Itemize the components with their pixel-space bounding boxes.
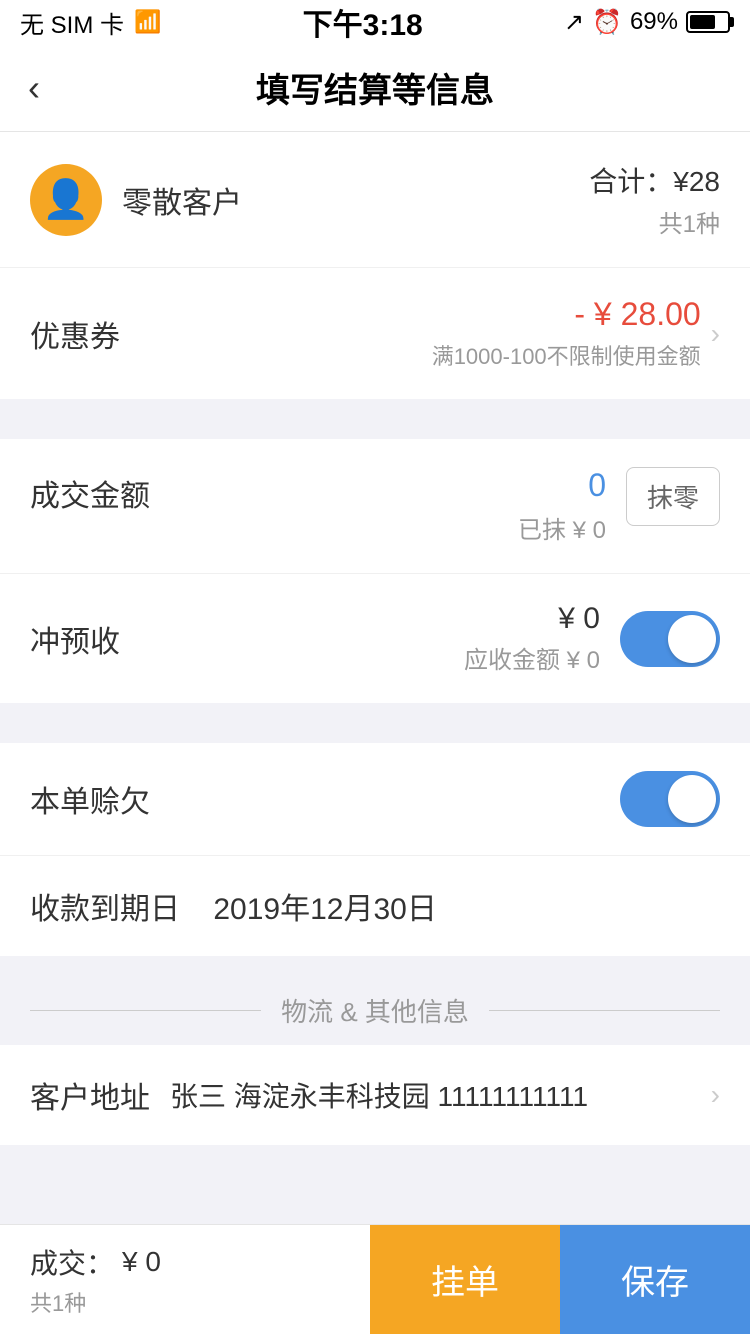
address-value: 张三 海淀永丰科技园 11111111111	[170, 1075, 711, 1115]
total-amount: 合计：¥28	[589, 160, 720, 200]
bottom-summary: 成交： ¥ 0 共1种	[0, 1242, 370, 1318]
debt-section: 本单赊欠 收款到期日 2019年12月30日	[0, 743, 750, 956]
logistics-line-right	[489, 1010, 720, 1011]
debt-toggle-knob	[668, 775, 716, 823]
precollect-toggle[interactable]	[620, 611, 720, 667]
debt-toggle[interactable]	[620, 771, 720, 827]
battery-fill	[690, 15, 715, 29]
wifi-icon: 📶	[134, 9, 161, 35]
transaction-amount[interactable]: 0	[518, 467, 606, 504]
customer-name: 零散客户	[122, 178, 242, 222]
bottom-deal-row: 成交： ¥ 0	[30, 1242, 340, 1282]
coupon-chevron-icon: ›	[711, 318, 720, 350]
toggle-knob	[668, 615, 716, 663]
logistics-line-left	[30, 1010, 261, 1011]
address-label: 客户地址	[30, 1073, 150, 1117]
debt-label: 本单赊欠	[30, 777, 150, 821]
transaction-label: 成交金额	[30, 467, 150, 515]
page-title: 填写结算等信息	[256, 63, 494, 112]
transaction-section: 成交金额 0 已抹 ¥ 0 抹零 冲预收 ¥ 0 应收金额 ¥ 0	[0, 439, 750, 703]
avatar: 👤	[30, 164, 102, 236]
bottom-bar: 成交： ¥ 0 共1种 挂单 保存	[0, 1224, 750, 1334]
logistics-header-line: 物流 & 其他信息	[30, 992, 720, 1029]
precollect-amounts: ¥ 0 应收金额 ¥ 0	[464, 602, 600, 675]
precollect-right: ¥ 0 应收金额 ¥ 0	[464, 602, 720, 675]
hold-button[interactable]: 挂单	[370, 1225, 560, 1334]
precollect-label: 冲预收	[30, 617, 120, 661]
coupon-desc: 满1000-100不限制使用金额	[432, 339, 701, 371]
transaction-sub: 已抹 ¥ 0	[518, 510, 606, 545]
divider-2	[0, 723, 750, 743]
due-date-value: 2019年12月30日	[213, 893, 436, 926]
debt-row: 本单赊欠	[0, 743, 750, 855]
precollect-main-amount: ¥ 0	[464, 602, 600, 636]
coupon-value: - ¥ 28.00	[432, 296, 701, 333]
total-count: 共1种	[589, 204, 720, 239]
logistics-section-header: 物流 & 其他信息	[0, 976, 750, 1045]
status-time: 下午3:18	[303, 0, 423, 44]
bottom-deal-amount: ¥ 0	[122, 1246, 161, 1278]
nav-bar: ‹ 填写结算等信息	[0, 44, 750, 132]
round-button[interactable]: 抹零	[626, 467, 720, 526]
bottom-deal-label: 成交：	[30, 1242, 114, 1282]
logistics-title: 物流 & 其他信息	[281, 992, 469, 1029]
coupon-label: 优惠券	[30, 312, 120, 356]
back-button[interactable]: ‹	[28, 67, 40, 109]
precollect-row: 冲预收 ¥ 0 应收金额 ¥ 0	[0, 573, 750, 703]
alarm-icon: ⏰	[592, 8, 622, 37]
battery-label: 69%	[630, 8, 678, 36]
transaction-right: 0 已抹 ¥ 0 抹零	[518, 467, 720, 545]
save-button[interactable]: 保存	[560, 1225, 750, 1334]
transaction-row: 成交金额 0 已抹 ¥ 0 抹零	[0, 439, 750, 573]
bottom-count: 共1种	[30, 1286, 340, 1318]
location-icon: ↗	[564, 8, 584, 37]
content: 👤 零散客户 合计：¥28 共1种 优惠券 - ¥ 28.00 满1000-10…	[0, 132, 750, 1285]
address-section: 客户地址 张三 海淀永丰科技园 11111111111 ›	[0, 1045, 750, 1145]
customer-left: 👤 零散客户	[30, 164, 242, 236]
customer-section: 👤 零散客户 合计：¥28 共1种 优惠券 - ¥ 28.00 满1000-10…	[0, 132, 750, 399]
avatar-icon: 👤	[42, 178, 89, 222]
coupon-right: - ¥ 28.00 满1000-100不限制使用金额	[432, 296, 701, 371]
due-date-row: 收款到期日 2019年12月30日	[0, 855, 750, 956]
status-bar: 无 SIM 卡 📶 下午3:18 ↗ ⏰ 69%	[0, 0, 750, 44]
divider-1	[0, 419, 750, 439]
customer-row: 👤 零散客户 合计：¥28 共1种	[0, 132, 750, 267]
address-row[interactable]: 客户地址 张三 海淀永丰科技园 11111111111 ›	[0, 1045, 750, 1145]
battery-icon	[686, 11, 730, 33]
due-date-label: 收款到期日 2019年12月30日	[30, 893, 437, 926]
status-right: ↗ ⏰ 69%	[564, 8, 730, 37]
precollect-sub-amount: 应收金额 ¥ 0	[464, 640, 600, 675]
address-chevron-icon: ›	[711, 1079, 720, 1111]
status-left: 无 SIM 卡 📶	[20, 5, 161, 40]
coupon-row[interactable]: 优惠券 - ¥ 28.00 满1000-100不限制使用金额 ›	[0, 267, 750, 399]
customer-right: 合计：¥28 共1种	[589, 160, 720, 239]
amount-input-area: 0 已抹 ¥ 0	[518, 467, 606, 545]
carrier-label: 无 SIM 卡	[20, 5, 124, 40]
